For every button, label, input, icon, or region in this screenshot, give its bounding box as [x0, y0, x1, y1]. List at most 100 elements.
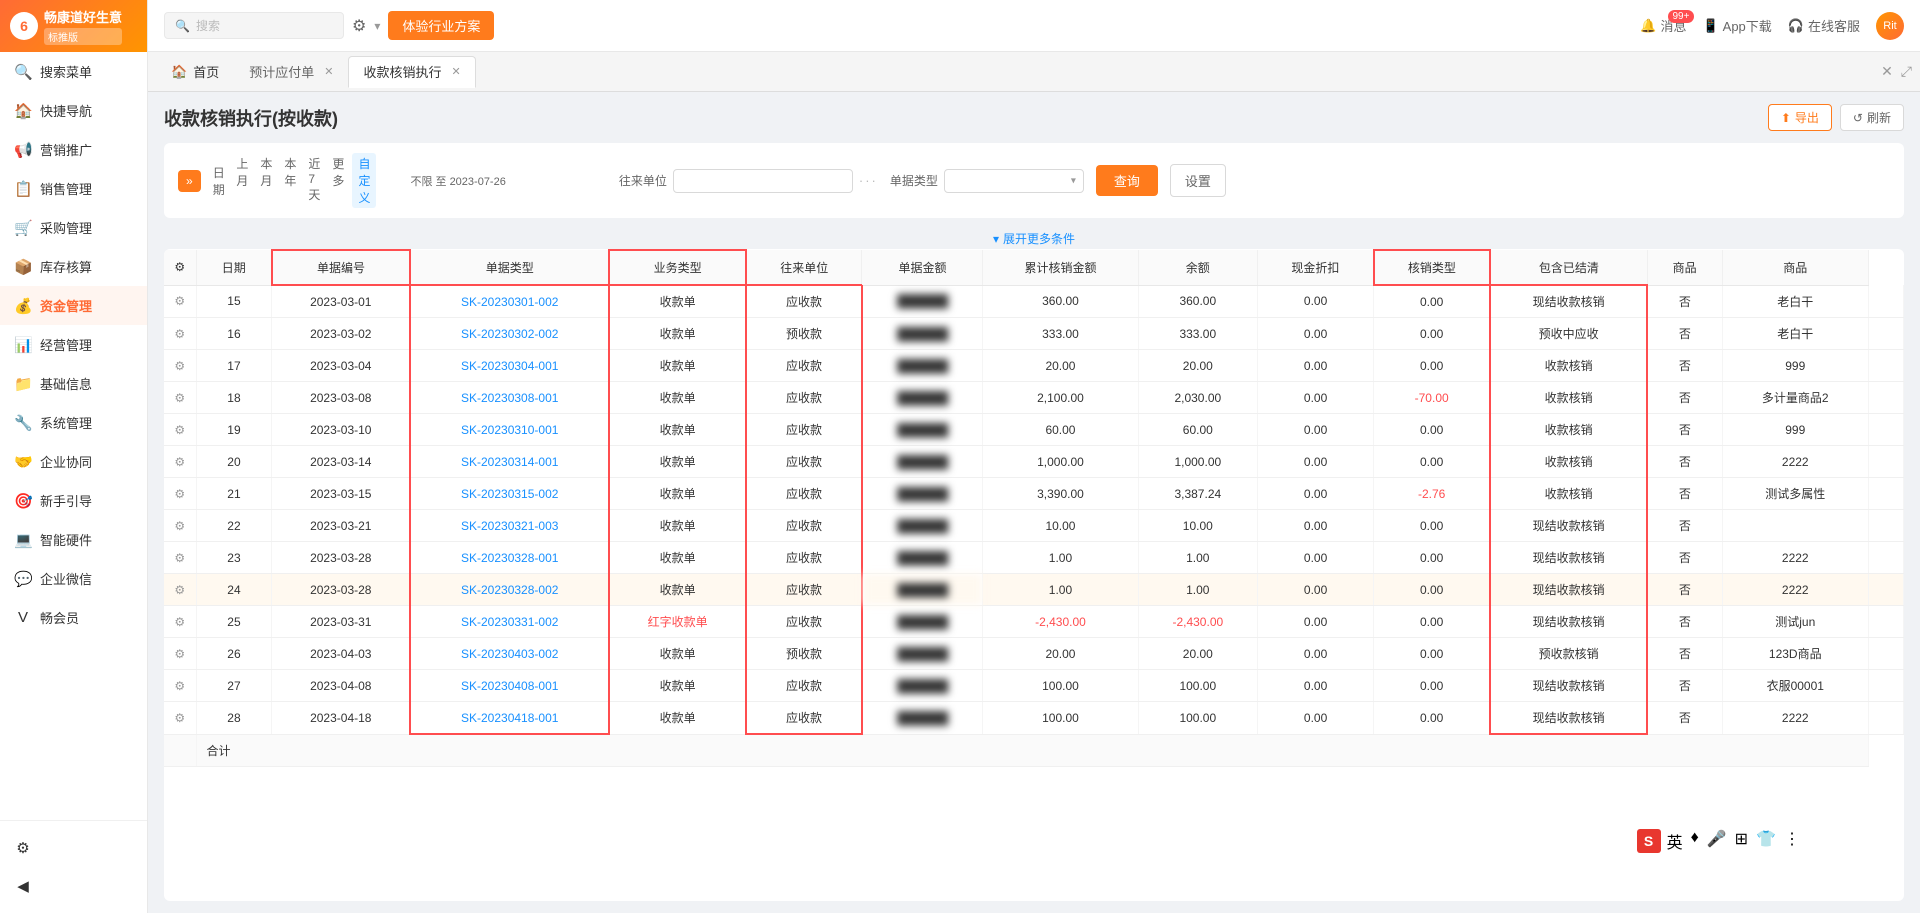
bill-no-link[interactable]: SK-20230315-002	[461, 487, 558, 501]
th-partner: 往来单位	[746, 250, 862, 285]
sidebar-item-sales[interactable]: 📋 销售管理	[0, 169, 147, 208]
td-cell: 21	[196, 478, 272, 510]
td-cell[interactable]: SK-20230328-002	[410, 574, 609, 606]
refresh-button[interactable]: ↺ 刷新	[1840, 104, 1904, 131]
td-cell[interactable]: SK-20230308-001	[410, 382, 609, 414]
industry-solution-button[interactable]: 体验行业方案	[388, 11, 494, 40]
filter-toggle-button[interactable]: »	[178, 170, 201, 192]
sidebar-item-guide[interactable]: 🎯 新手引导	[0, 481, 147, 520]
td-cell[interactable]: SK-20230403-002	[410, 638, 609, 670]
bill-no-link[interactable]: SK-20230314-001	[461, 455, 558, 469]
date-more[interactable]: 更多	[328, 153, 348, 208]
app-download-link[interactable]: 📱 App下载	[1702, 16, 1771, 35]
td-cell[interactable]: SK-20230310-001	[410, 414, 609, 446]
sidebar-item-settings[interactable]: ⚙	[0, 829, 147, 867]
bill-no-link[interactable]: SK-20230308-001	[461, 391, 558, 405]
settings-gear-icon[interactable]: ⚙	[352, 16, 366, 36]
export-button[interactable]: ⬆ 导出	[1768, 104, 1832, 131]
tab-receipt-verify-close-icon[interactable]: ✕	[451, 65, 460, 78]
th-verify-type: 核销类型	[1374, 250, 1491, 285]
expand-more-button[interactable]: ▾ 展开更多条件	[993, 230, 1075, 247]
partner-filter-input[interactable]	[673, 169, 853, 193]
sidebar-item-system[interactable]: 🔧 系统管理	[0, 403, 147, 442]
td-cell: 否	[1647, 702, 1722, 735]
sidebar-item-search[interactable]: 🔍 搜索菜单	[0, 52, 147, 91]
td-cell: 2023-03-21	[272, 510, 410, 542]
date-this-month[interactable]: 本月	[256, 153, 276, 208]
sidebar-item-basic[interactable]: 📁 基础信息	[0, 364, 147, 403]
td-cell: 应收款	[746, 350, 862, 382]
td-settings: ⚙	[164, 350, 196, 382]
tab-prepay-close-icon[interactable]: ✕	[324, 65, 333, 78]
bill-no-link[interactable]: SK-20230328-001	[461, 551, 558, 565]
bill-no-link[interactable]: SK-20230408-001	[461, 679, 558, 693]
date-this-year[interactable]: 本年	[280, 153, 300, 208]
filter-settings-button[interactable]: 设置	[1170, 164, 1226, 197]
td-cell[interactable]: SK-20230328-001	[410, 542, 609, 574]
search-icon: 🔍	[14, 63, 32, 81]
td-cell: 0.00	[1374, 606, 1491, 638]
total-label-cell: 合计	[196, 734, 1868, 767]
td-cell: 0.00	[1258, 574, 1374, 606]
td-cell	[1868, 702, 1903, 735]
bill-no-link[interactable]: SK-20230310-001	[461, 423, 558, 437]
td-cell	[1868, 350, 1903, 382]
topbar: 🔍 搜索 ⚙ ▾ 体验行业方案 🔔 消息 99+ 📱 App下载 🎧 在线客服	[148, 0, 1920, 52]
td-cell[interactable]: SK-20230408-001	[410, 670, 609, 702]
row-settings-icon: ⚙	[174, 359, 185, 373]
bill-no-link[interactable]: SK-20230328-002	[461, 583, 558, 597]
td-cell: 333.00	[1138, 318, 1258, 350]
bill-no-link[interactable]: SK-20230331-002	[461, 615, 558, 629]
th-settings[interactable]: ⚙	[164, 250, 196, 285]
sidebar-item-marketing[interactable]: 📢 营销推广	[0, 130, 147, 169]
td-cell[interactable]: SK-20230321-003	[410, 510, 609, 542]
basic-icon: 📁	[14, 375, 32, 393]
tab-expand-icon[interactable]: ⤢	[1901, 63, 1912, 80]
bill-no-link[interactable]: SK-20230302-002	[461, 327, 558, 341]
date-7-days[interactable]: 近7天	[304, 153, 324, 208]
date-custom-button[interactable]: 自定义	[352, 153, 376, 208]
td-cell: 1,000.00	[983, 446, 1138, 478]
sidebar-item-member[interactable]: V 畅会员	[0, 598, 147, 637]
bill-no-link[interactable]: SK-20230321-003	[461, 519, 558, 533]
row-settings-icon: ⚙	[174, 551, 185, 565]
bill-no-link[interactable]: SK-20230304-001	[461, 359, 558, 373]
tab-close-all-icon[interactable]: ✕	[1881, 63, 1893, 80]
notification-bell[interactable]: 🔔 消息 99+	[1640, 16, 1686, 35]
tab-receipt-verify[interactable]: 收款核销执行 ✕	[348, 56, 475, 88]
tab-prepay[interactable]: 预计应付单 ✕	[234, 56, 348, 88]
sidebar-item-purchase[interactable]: 🛒 采购管理	[0, 208, 147, 247]
td-cell[interactable]: SK-20230315-002	[410, 478, 609, 510]
td-cell: 22	[196, 510, 272, 542]
td-cell[interactable]: SK-20230302-002	[410, 318, 609, 350]
bill-type-select[interactable]	[944, 169, 1084, 193]
gear-icon: ⚙	[14, 839, 32, 857]
sidebar-item-shortcuts[interactable]: 🏠 快捷导航	[0, 91, 147, 130]
sidebar-item-inventory[interactable]: 📦 库存核算	[0, 247, 147, 286]
td-cell: 应收款	[746, 670, 862, 702]
td-cell[interactable]: SK-20230301-002	[410, 285, 609, 318]
td-cell[interactable]: SK-20230304-001	[410, 350, 609, 382]
td-cell: 2,100.00	[983, 382, 1138, 414]
td-settings: ⚙	[164, 574, 196, 606]
online-support-link[interactable]: 🎧 在线客服	[1788, 16, 1860, 35]
bill-no-link[interactable]: SK-20230403-002	[461, 647, 558, 661]
tab-home[interactable]: 🏠 首页	[156, 56, 234, 88]
td-cell[interactable]: SK-20230331-002	[410, 606, 609, 638]
user-avatar[interactable]: Rit	[1876, 12, 1904, 40]
td-cell[interactable]: SK-20230314-001	[410, 446, 609, 478]
bill-no-link[interactable]: SK-20230418-001	[461, 711, 558, 725]
sidebar-item-label-funds: 资金管理	[40, 296, 92, 315]
sidebar-item-operations[interactable]: 📊 经营管理	[0, 325, 147, 364]
date-last-month[interactable]: 上月	[232, 153, 252, 208]
sidebar-item-hardware[interactable]: 💻 智能硬件	[0, 520, 147, 559]
td-cell[interactable]: SK-20230418-001	[410, 702, 609, 735]
query-button[interactable]: 查询	[1096, 165, 1158, 196]
sidebar-item-corp[interactable]: 🤝 企业协同	[0, 442, 147, 481]
sidebar-item-collapse[interactable]: ◀	[0, 867, 147, 905]
bill-no-link[interactable]: SK-20230301-002	[461, 295, 558, 309]
sidebar-item-wechat[interactable]: 💬 企业微信	[0, 559, 147, 598]
sidebar-item-funds[interactable]: 💰 资金管理	[0, 286, 147, 325]
td-cell: 2222	[1722, 446, 1868, 478]
topbar-search-box[interactable]: 🔍 搜索	[164, 12, 344, 39]
